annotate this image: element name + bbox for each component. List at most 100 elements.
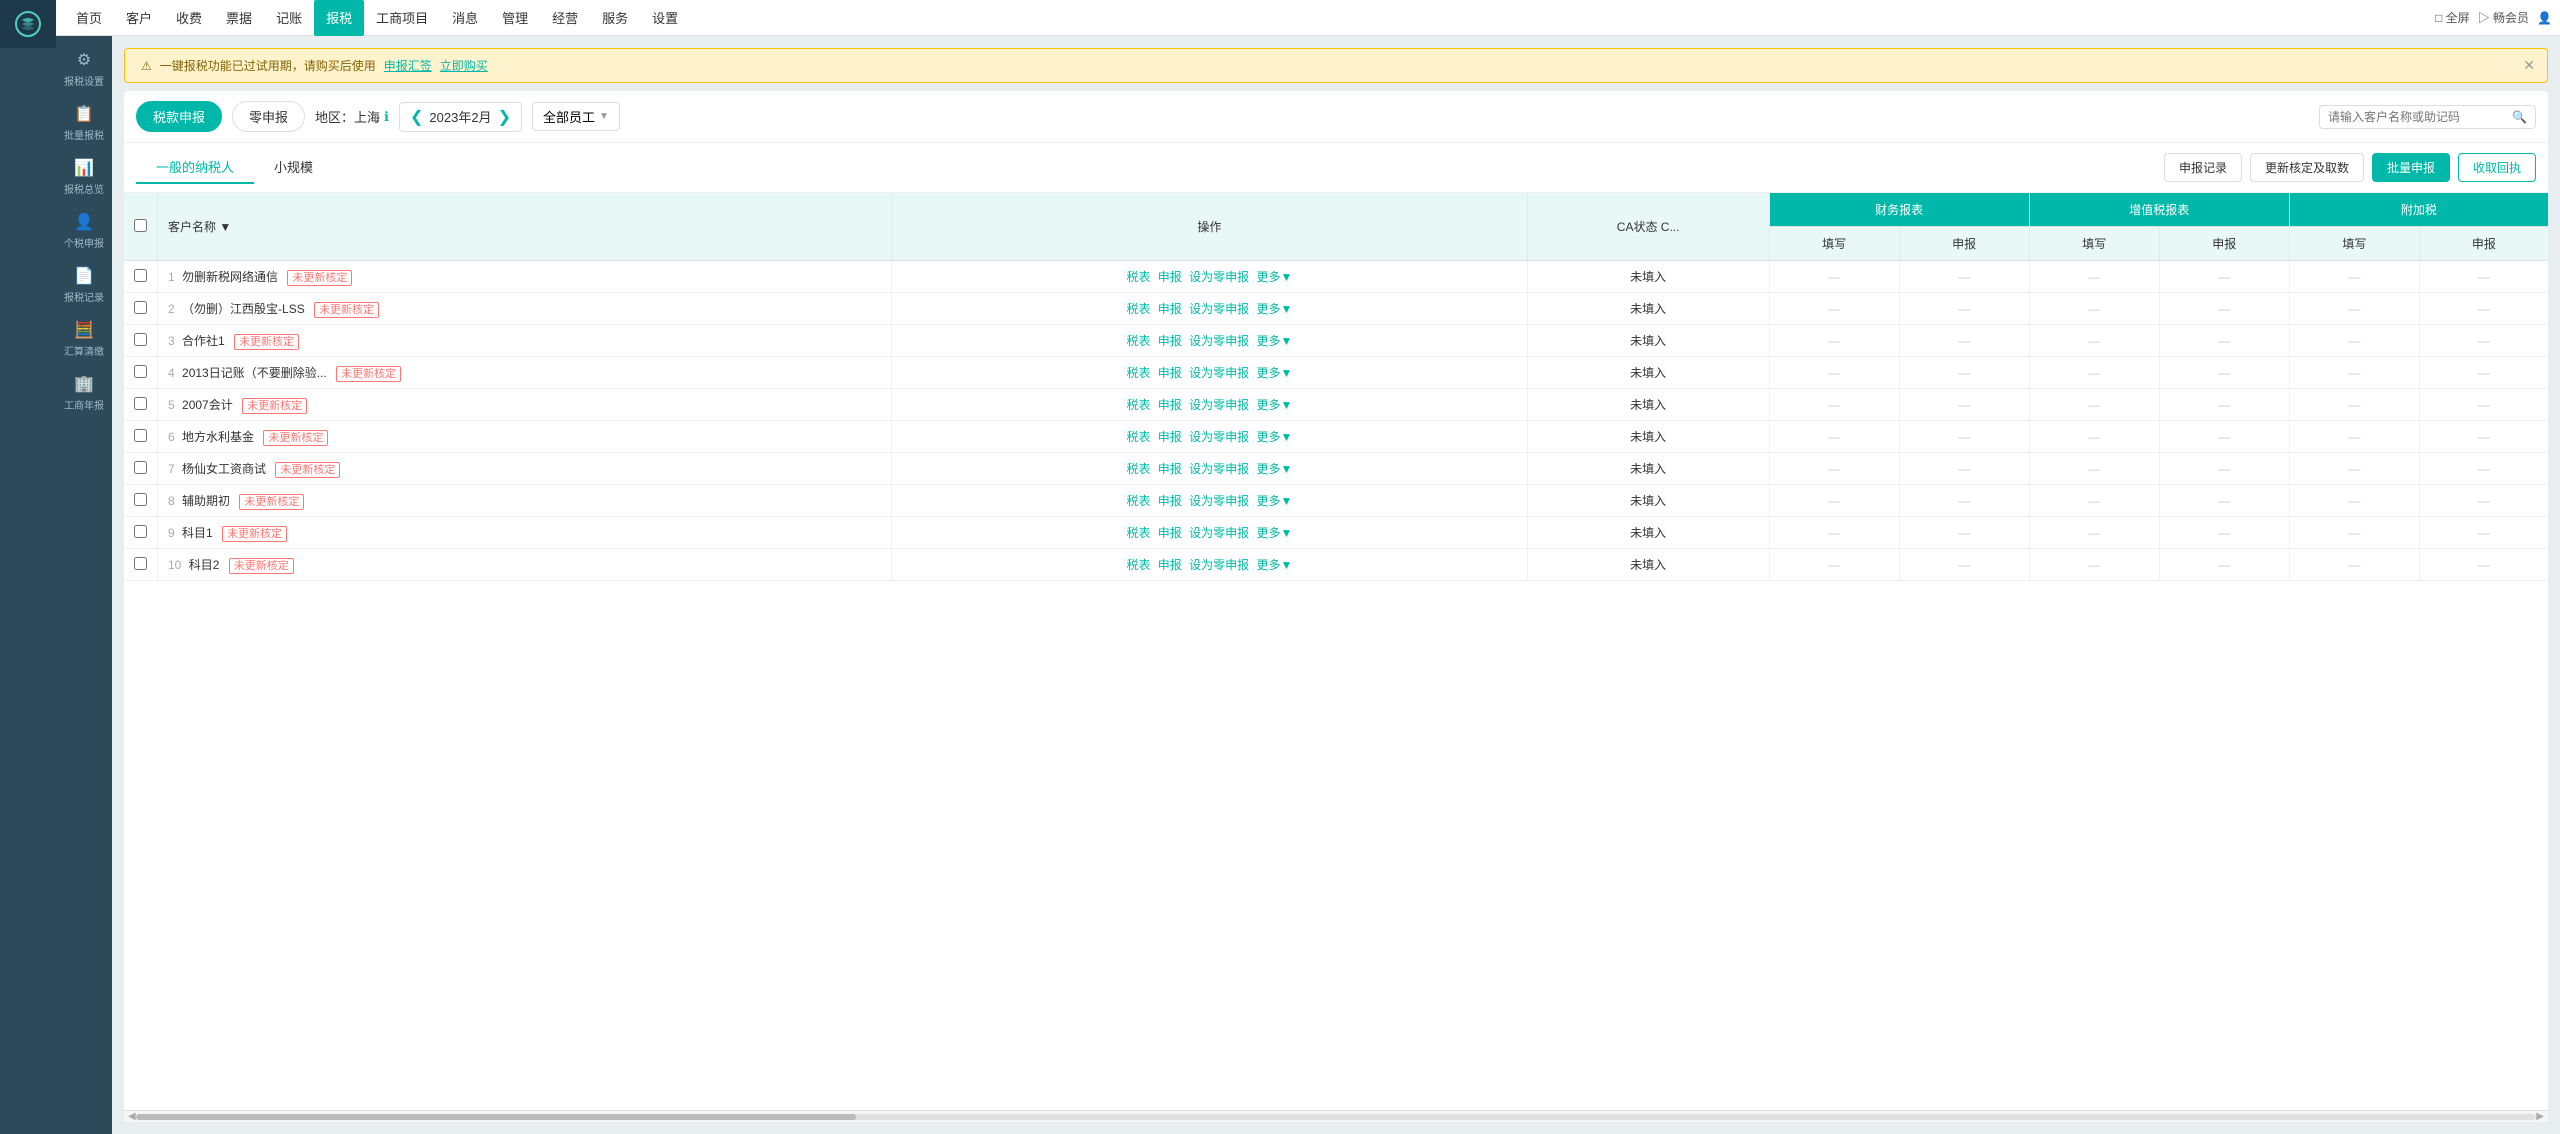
op-btn[interactable]: 更多▼ (1257, 334, 1293, 348)
op-btn[interactable]: 更多▼ (1257, 462, 1293, 476)
data-cell: — (1899, 325, 2029, 357)
op-btn[interactable]: 设为零申报 (1189, 430, 1249, 444)
row-checkbox[interactable] (134, 301, 147, 314)
update-quota-btn[interactable]: 更新核定及取数 (2250, 153, 2364, 182)
user-avatar[interactable]: 👤 (2537, 11, 2552, 25)
op-btn[interactable]: 税表 (1126, 270, 1150, 284)
op-btn[interactable]: 税表 (1126, 398, 1150, 412)
op-btn[interactable]: 税表 (1126, 558, 1150, 572)
member-btn[interactable]: ▷ 畅会员 (2478, 9, 2529, 26)
nav-message[interactable]: 消息 (440, 0, 490, 36)
nav-customer[interactable]: 客户 (114, 0, 164, 36)
op-btn[interactable]: 设为零申报 (1189, 334, 1249, 348)
op-btn[interactable]: 税表 (1126, 334, 1150, 348)
op-btn[interactable]: 税表 (1126, 462, 1150, 476)
op-btn[interactable]: 更多▼ (1257, 398, 1293, 412)
subnav-overview-label: 报税总览 (64, 181, 104, 196)
op-btn[interactable]: 更多▼ (1257, 558, 1293, 572)
op-btn[interactable]: 更多▼ (1257, 270, 1293, 284)
subnav-biz-annual[interactable]: 🏢 工商年报 (58, 368, 110, 418)
op-btn[interactable]: 申报 (1158, 302, 1182, 316)
op-btn[interactable]: 更多▼ (1257, 430, 1293, 444)
op-btn[interactable]: 设为零申报 (1189, 398, 1249, 412)
row-checkbox[interactable] (134, 365, 147, 378)
declare-record-btn[interactable]: 申报记录 (2164, 153, 2242, 182)
subnav-personal-tax[interactable]: 👤 个税申报 (58, 206, 110, 256)
op-btn[interactable]: 更多▼ (1257, 494, 1293, 508)
data-cell: — (2029, 357, 2159, 389)
op-btn[interactable]: 申报 (1158, 270, 1182, 284)
op-btn[interactable]: 设为零申报 (1189, 366, 1249, 380)
row-checkbox[interactable] (134, 333, 147, 346)
op-btn[interactable]: 税表 (1126, 494, 1150, 508)
subnav-biz-label: 工商年报 (64, 397, 104, 412)
nav-business[interactable]: 工商项目 (364, 0, 440, 36)
nav-management[interactable]: 管理 (490, 0, 540, 36)
nav-tax[interactable]: 报税 (314, 0, 364, 36)
client-name: 2013日记账（不要删除验... (182, 366, 327, 380)
tab-tax-declare[interactable]: 税款申报 (136, 101, 222, 132)
op-btn[interactable]: 税表 (1126, 430, 1150, 444)
op-btn[interactable]: 申报 (1158, 558, 1182, 572)
op-btn[interactable]: 申报 (1158, 366, 1182, 380)
fullscreen-btn[interactable]: □ 全屏 (2435, 9, 2470, 26)
op-btn[interactable]: 设为零申报 (1189, 494, 1249, 508)
subnav-tax-settings[interactable]: ⚙ 报税设置 (58, 44, 110, 94)
subnav-tax-record[interactable]: 📄 报税记录 (58, 260, 110, 310)
banner-close-icon[interactable]: ✕ (2523, 57, 2535, 74)
op-btn[interactable]: 更多▼ (1257, 366, 1293, 380)
row-checkbox[interactable] (134, 493, 147, 506)
batch-declare-btn[interactable]: 批量申报 (2372, 153, 2450, 182)
employee-filter[interactable]: 全部员工 ▼ (532, 102, 620, 131)
nav-bookkeeping[interactable]: 记账 (264, 0, 314, 36)
op-btn[interactable]: 申报 (1158, 430, 1182, 444)
op-btn[interactable]: 申报 (1158, 462, 1182, 476)
search-input[interactable] (2328, 110, 2508, 124)
row-checkbox[interactable] (134, 557, 147, 570)
scroll-right-btn[interactable]: ▶ (2536, 1111, 2544, 1122)
subnav-calc[interactable]: 🧮 汇算清缴 (58, 314, 110, 364)
nav-operation[interactable]: 经营 (540, 0, 590, 36)
subnav-overview[interactable]: 📊 报税总览 (58, 152, 110, 202)
op-btn[interactable]: 更多▼ (1257, 302, 1293, 316)
banner-link1[interactable]: 申报汇签 (384, 57, 432, 74)
nav-home[interactable]: 首页 (64, 0, 114, 36)
op-btn[interactable]: 税表 (1126, 302, 1150, 316)
row-checkbox[interactable] (134, 269, 147, 282)
op-btn[interactable]: 设为零申报 (1189, 558, 1249, 572)
op-btn[interactable]: 设为零申报 (1189, 462, 1249, 476)
next-month-btn[interactable]: ❯ (498, 107, 511, 127)
tab-zero-declare[interactable]: 零申报 (232, 101, 305, 132)
op-btn[interactable]: 申报 (1158, 334, 1182, 348)
sort-icon[interactable]: ▼ (219, 220, 231, 234)
data-cell: — (2159, 357, 2289, 389)
op-btn[interactable]: 设为零申报 (1189, 302, 1249, 316)
banner-link2[interactable]: 立即购买 (440, 57, 488, 74)
nav-invoice[interactable]: 票据 (214, 0, 264, 36)
row-checkbox[interactable] (134, 461, 147, 474)
tab-general[interactable]: 一般的纳税人 (136, 151, 254, 184)
nav-billing[interactable]: 收费 (164, 0, 214, 36)
search-icon[interactable]: 🔍 (2512, 110, 2527, 124)
info-icon[interactable]: ℹ (384, 109, 389, 125)
prev-month-btn[interactable]: ❮ (410, 107, 423, 127)
nav-settings[interactable]: 设置 (640, 0, 690, 36)
tab-small[interactable]: 小规模 (254, 151, 333, 184)
op-btn[interactable]: 税表 (1126, 526, 1150, 540)
collect-back-btn[interactable]: 收取回执 (2458, 153, 2536, 182)
nav-service[interactable]: 服务 (590, 0, 640, 36)
op-btn[interactable]: 申报 (1158, 398, 1182, 412)
op-btn[interactable]: 更多▼ (1257, 526, 1293, 540)
op-btn[interactable]: 税表 (1126, 366, 1150, 380)
op-btn[interactable]: 设为零申报 (1189, 270, 1249, 284)
op-btn[interactable]: 申报 (1158, 526, 1182, 540)
scroll-left-btn[interactable]: ◀ (128, 1111, 136, 1122)
op-btn[interactable]: 设为零申报 (1189, 526, 1249, 540)
subnav-batch-tax[interactable]: 📋 批量报税 (58, 98, 110, 148)
op-btn[interactable]: 申报 (1158, 494, 1182, 508)
scroll-track[interactable] (136, 1114, 2537, 1120)
row-checkbox[interactable] (134, 525, 147, 538)
row-checkbox[interactable] (134, 429, 147, 442)
select-all-checkbox[interactable] (134, 219, 147, 232)
row-checkbox[interactable] (134, 397, 147, 410)
